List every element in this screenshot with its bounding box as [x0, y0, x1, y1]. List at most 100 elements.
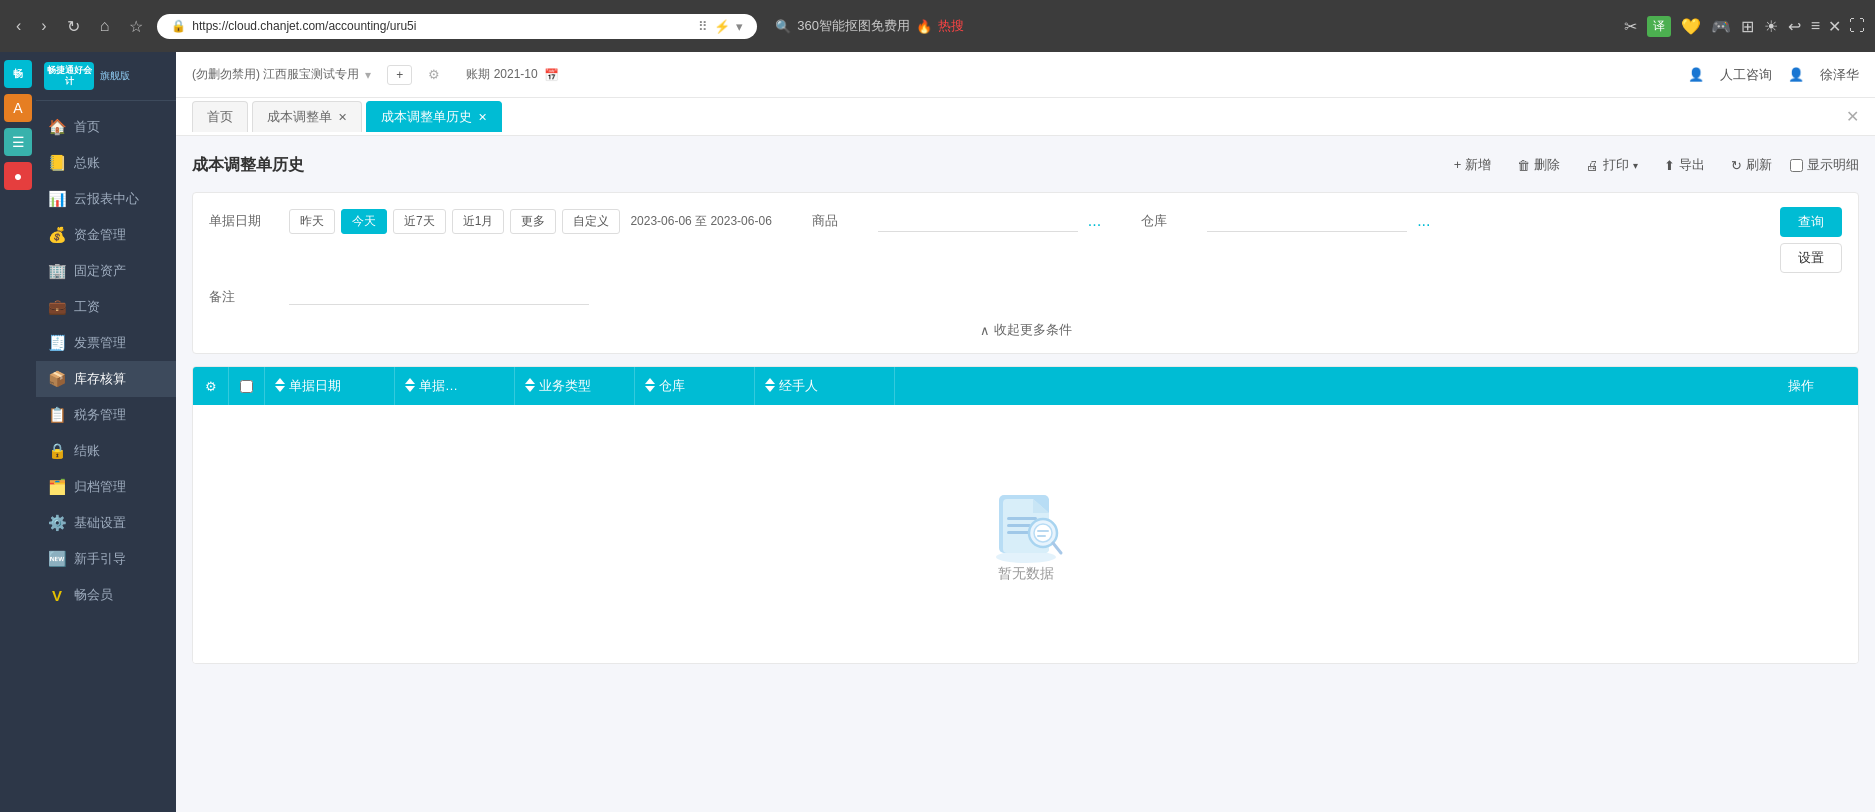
translate-icon[interactable]: 译 [1647, 16, 1671, 37]
delete-button[interactable]: 🗑 删除 [1509, 152, 1568, 178]
sidebar-item-inventory[interactable]: 📦 库存核算 [36, 361, 176, 397]
filter-goods-input[interactable] [878, 210, 1078, 232]
sidebar-item-tax-label: 税务管理 [74, 406, 126, 424]
filter-goods-label: 商品 [812, 207, 872, 235]
forward-button[interactable]: › [35, 13, 52, 39]
home-browser-button[interactable]: ⌂ [94, 13, 116, 39]
th-checkbox[interactable] [229, 367, 265, 405]
menu-icon[interactable]: ≡ [1811, 17, 1820, 35]
svg-marker-3 [405, 386, 415, 392]
grid-icon[interactable]: ⊞ [1741, 17, 1754, 36]
restore-browser-button[interactable]: ⛶ [1849, 17, 1865, 35]
export-button[interactable]: ⬆ 导出 [1656, 152, 1713, 178]
collapse-label: 收起更多条件 [994, 321, 1072, 339]
date-btn-custom[interactable]: 自定义 [562, 209, 620, 234]
refresh-label: 刷新 [1746, 156, 1772, 174]
sidebar-item-tax[interactable]: 📋 税务管理 [36, 397, 176, 433]
sidebar-item-closing[interactable]: 🔒 结账 [36, 433, 176, 469]
user-name[interactable]: 徐泽华 [1820, 66, 1859, 84]
sidebar-item-home[interactable]: 🏠 首页 [36, 109, 176, 145]
closing-icon: 🔒 [48, 442, 66, 460]
logo-text: 畅捷通好会计 [44, 65, 94, 87]
sidebar-item-assets[interactable]: 🏢 固定资产 [36, 253, 176, 289]
sidebar-item-funds[interactable]: 💰 资金管理 [36, 217, 176, 253]
th-biztype[interactable]: 业务类型 [515, 367, 635, 405]
scissors-icon[interactable]: ✂ [1624, 17, 1637, 36]
back-button[interactable]: ‹ [10, 13, 27, 39]
filter-warehouse-input[interactable] [1207, 210, 1407, 232]
show-columns-input[interactable] [1790, 159, 1803, 172]
filter-warehouse-ellipsis[interactable]: ... [1417, 212, 1430, 230]
th-operator[interactable]: 经手人 [755, 367, 895, 405]
bolt-icon: ⚡ [714, 19, 730, 34]
th-date-label: 单据日期 [289, 377, 341, 395]
tab-cost-adjust-close[interactable]: ✕ [338, 111, 347, 124]
filter-date-label: 单据日期 [209, 207, 269, 235]
add-company-button[interactable]: + [387, 65, 412, 85]
query-button[interactable]: 查询 [1780, 207, 1842, 237]
game-icon[interactable]: 🎮 [1711, 17, 1731, 36]
consult-label[interactable]: 人工咨询 [1720, 66, 1772, 84]
close-all-tabs-button[interactable]: ✕ [1846, 107, 1859, 126]
bookmark-button[interactable]: ☆ [123, 13, 149, 40]
settings-gear-icon[interactable]: ⚙ [428, 67, 440, 82]
refresh-button[interactable]: ↻ 刷新 [1723, 152, 1780, 178]
date-btn-today[interactable]: 今天 [341, 209, 387, 234]
svg-marker-6 [645, 378, 655, 384]
tab-cost-adjust-history-close[interactable]: ✕ [478, 111, 487, 124]
th-operator-label: 经手人 [779, 377, 818, 395]
th-settings[interactable]: ⚙ [193, 367, 229, 405]
sidebar-item-ledger[interactable]: 📒 总账 [36, 145, 176, 181]
rail-icon-2[interactable]: ☰ [4, 128, 32, 156]
rail-icon-1[interactable]: A [4, 94, 32, 122]
date-btn-last7[interactable]: 近7天 [393, 209, 446, 234]
dropdown-icon[interactable]: ▾ [736, 19, 743, 34]
tax-icon: 📋 [48, 406, 66, 424]
svg-rect-16 [1007, 524, 1031, 527]
close-browser-button[interactable]: ✕ [1828, 17, 1841, 36]
filter-warehouse-label: 仓库 [1141, 207, 1201, 235]
refresh-browser-button[interactable]: ↻ [61, 13, 86, 40]
filter-goods-ellipsis[interactable]: ... [1088, 212, 1101, 230]
sort-arrows-operator [765, 378, 775, 395]
th-action-label: 操作 [1788, 377, 1814, 395]
print-dropdown-icon[interactable]: ▾ [1633, 160, 1638, 171]
company-dropdown-icon[interactable]: ▾ [365, 68, 371, 82]
svg-point-19 [1034, 524, 1052, 542]
date-btn-more[interactable]: 更多 [510, 209, 556, 234]
sidebar-header: 畅捷通好会计 旗舰版 [36, 52, 176, 101]
date-btn-last-month[interactable]: 近1月 [452, 209, 505, 234]
wallet-icon[interactable]: 💛 [1681, 17, 1701, 36]
new-button[interactable]: + 新增 [1446, 152, 1499, 178]
sidebar-item-salary[interactable]: 💼 工资 [36, 289, 176, 325]
calendar-icon[interactable]: 📅 [544, 68, 559, 82]
settings-button[interactable]: 设置 [1780, 243, 1842, 273]
th-date[interactable]: 单据日期 [265, 367, 395, 405]
undo-icon[interactable]: ↩ [1788, 17, 1801, 36]
tab-home[interactable]: 首页 [192, 101, 248, 132]
sidebar-item-vip[interactable]: V 畅会员 [36, 577, 176, 613]
th-warehouse[interactable]: 仓库 [635, 367, 755, 405]
sidebar-item-invoice[interactable]: 🧾 发票管理 [36, 325, 176, 361]
print-button[interactable]: 🖨 打印 ▾ [1578, 152, 1646, 178]
tab-cost-adjust[interactable]: 成本调整单 ✕ [252, 101, 362, 132]
select-all-checkbox[interactable] [240, 380, 253, 393]
search-area: 🔍 360智能抠图免费用 🔥 热搜 [775, 17, 964, 35]
collapse-button[interactable]: ∧ 收起更多条件 [980, 321, 1072, 339]
date-btn-yesterday[interactable]: 昨天 [289, 209, 335, 234]
tab-cost-adjust-history[interactable]: 成本调整单历史 ✕ [366, 101, 502, 132]
address-bar[interactable]: 🔒 https://cloud.chanjet.com/accounting/u… [157, 14, 757, 39]
sun-icon[interactable]: ☀ [1764, 17, 1778, 36]
sidebar-item-guide[interactable]: 🆕 新手引导 [36, 541, 176, 577]
sidebar-item-settings[interactable]: ⚙️ 基础设置 [36, 505, 176, 541]
sidebar-item-reports[interactable]: 📊 云报表中心 [36, 181, 176, 217]
company-selector[interactable]: (勿删勿禁用) 江西服宝测试专用 ▾ [192, 66, 371, 83]
empty-text: 暂无数据 [998, 565, 1054, 583]
show-columns-checkbox[interactable]: 显示明细 [1790, 156, 1859, 174]
filter-remark-input[interactable] [289, 283, 589, 305]
period-selector[interactable]: 账期 2021-10 📅 [466, 66, 558, 83]
rail-icon-3[interactable]: ● [4, 162, 32, 190]
sidebar-item-archive[interactable]: 🗂️ 归档管理 [36, 469, 176, 505]
th-docno[interactable]: 单据… [395, 367, 515, 405]
svg-rect-22 [1037, 535, 1046, 537]
